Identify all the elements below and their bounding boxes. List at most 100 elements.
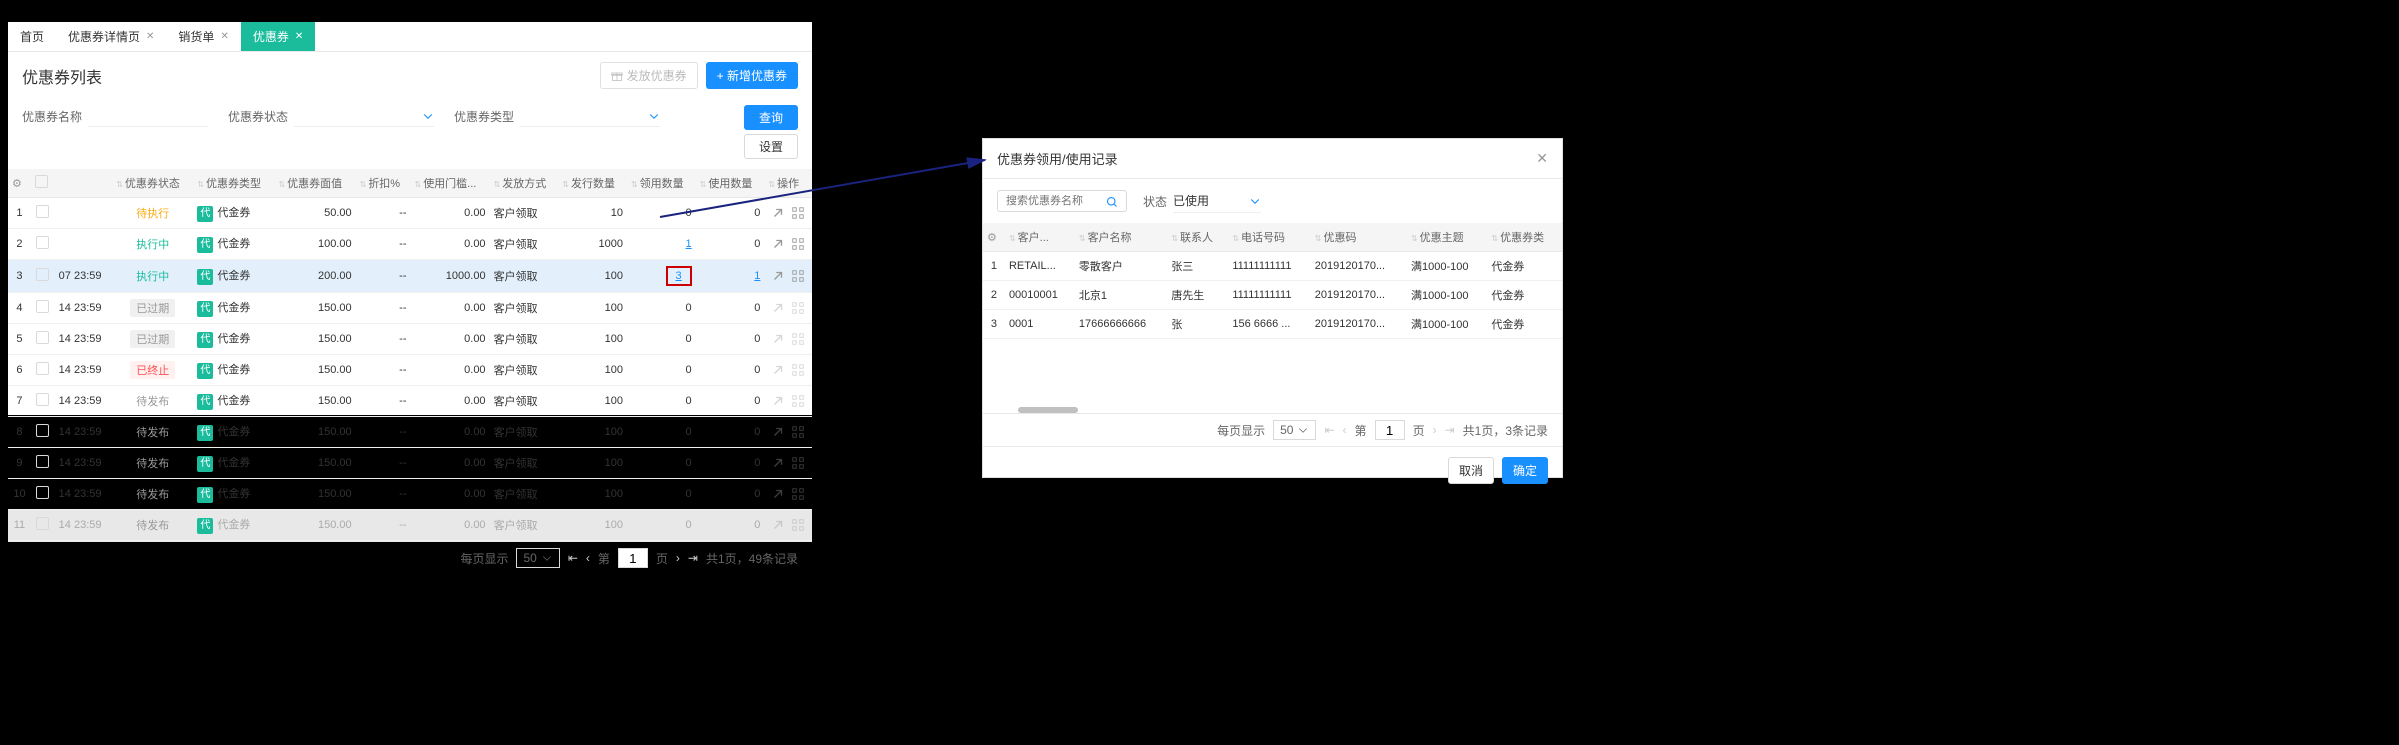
filter-type-select[interactable]	[520, 105, 660, 127]
column-header[interactable]: ⇅领用数量	[627, 169, 696, 198]
qrcode-icon[interactable]	[791, 269, 805, 283]
column-header[interactable]: ⇅折扣%	[356, 169, 411, 198]
row-checkbox[interactable]	[36, 455, 49, 468]
search-input[interactable]	[1006, 195, 1106, 207]
table-row[interactable]: 1114 23:59待发布代代金券150.00--0.00客户领取10000	[8, 510, 812, 541]
qrcode-icon[interactable]	[791, 487, 805, 501]
close-icon[interactable]: ✕	[295, 31, 303, 42]
modal-next-page-button[interactable]: ›	[1433, 423, 1437, 437]
filter-status-select[interactable]	[294, 105, 434, 127]
qrcode-icon[interactable]	[791, 425, 805, 439]
cancel-button[interactable]: 取消	[1448, 457, 1494, 484]
column-header[interactable]: ⇅联系人	[1167, 223, 1228, 252]
used-link[interactable]: 1	[754, 270, 760, 282]
distribute-coupon-button[interactable]: 发放优惠券	[600, 62, 698, 89]
share-icon[interactable]	[771, 425, 785, 439]
column-header[interactable]: ⇅使用门槛...	[410, 169, 489, 198]
table-row[interactable]: 2执行中代代金券100.00--0.00客户领取100010	[8, 229, 812, 260]
column-header[interactable]: ⇅操作	[764, 169, 812, 198]
last-page-button[interactable]: ⇥	[688, 551, 698, 565]
qrcode-icon[interactable]	[791, 518, 805, 532]
table-row[interactable]: 414 23:59已过期代代金券150.00--0.00客户领取10000	[8, 293, 812, 324]
prev-page-button[interactable]: ‹	[586, 551, 590, 565]
row-checkbox[interactable]	[36, 331, 49, 344]
table-row[interactable]: 1待执行代代金券50.00--0.00客户领取1000	[8, 198, 812, 229]
settings-button[interactable]: 设置	[744, 134, 798, 159]
tab-优惠券[interactable]: 优惠券✕	[241, 22, 315, 51]
row-checkbox[interactable]	[36, 517, 49, 530]
table-row[interactable]: 200010001北京1唐先生111111111112019120170...满…	[983, 281, 1562, 310]
column-header[interactable]: ⇅客户名称	[1075, 223, 1167, 252]
tab-销货单[interactable]: 销货单✕	[166, 22, 240, 51]
share-icon[interactable]	[771, 269, 785, 283]
share-icon[interactable]	[771, 332, 785, 346]
column-header[interactable]: ⇅发行数量	[558, 169, 627, 198]
modal-per-page-select[interactable]: 50	[1273, 420, 1316, 440]
modal-prev-page-button[interactable]: ‹	[1343, 423, 1347, 437]
column-header[interactable]: ⇅使用数量	[696, 169, 765, 198]
search-box[interactable]	[997, 190, 1127, 212]
column-header[interactable]: ⇅优惠券类型	[193, 169, 274, 198]
gear-icon[interactable]: ⚙	[987, 232, 997, 244]
tab-优惠券详情页[interactable]: 优惠券详情页✕	[56, 22, 166, 51]
confirm-button[interactable]: 确定	[1502, 457, 1548, 484]
table-row[interactable]: 914 23:59待发布代代金券150.00--0.00客户领取10000	[8, 448, 812, 479]
column-header[interactable]: ⇅优惠券状态	[112, 169, 193, 198]
modal-status-select[interactable]: 已使用	[1173, 189, 1261, 213]
table-row[interactable]: 1RETAIL...零散客户张三111111111112019120170...…	[983, 252, 1562, 281]
row-checkbox[interactable]	[36, 236, 49, 249]
column-header[interactable]: ⇅电话号码	[1228, 223, 1310, 252]
modal-page-input[interactable]	[1375, 420, 1405, 440]
share-icon[interactable]	[771, 456, 785, 470]
row-checkbox[interactable]	[36, 486, 49, 499]
share-icon[interactable]	[771, 487, 785, 501]
first-page-button[interactable]: ⇤	[568, 551, 578, 565]
column-header[interactable]: ⇅优惠码	[1311, 223, 1407, 252]
share-icon[interactable]	[771, 237, 785, 251]
table-row[interactable]: 814 23:59待发布代代金券150.00--0.00客户领取10000	[8, 417, 812, 448]
share-icon[interactable]	[771, 394, 785, 408]
add-coupon-button[interactable]: + 新增优惠券	[706, 62, 798, 89]
close-icon[interactable]: ✕	[146, 31, 154, 42]
column-header[interactable]: ⇅优惠主题	[1407, 223, 1487, 252]
row-checkbox[interactable]	[36, 424, 49, 437]
per-page-select[interactable]: 50	[516, 548, 559, 568]
column-header[interactable]: ⇅优惠券类	[1487, 223, 1562, 252]
row-checkbox[interactable]	[36, 362, 49, 375]
select-all-checkbox[interactable]	[35, 175, 48, 188]
column-header[interactable]: ⇅发放方式	[490, 169, 559, 198]
row-checkbox[interactable]	[36, 268, 49, 281]
scrollbar-thumb[interactable]	[1018, 407, 1078, 413]
qrcode-icon[interactable]	[791, 332, 805, 346]
next-page-button[interactable]: ›	[676, 551, 680, 565]
share-icon[interactable]	[771, 518, 785, 532]
qrcode-icon[interactable]	[791, 456, 805, 470]
close-icon[interactable]: ✕	[220, 31, 228, 42]
close-icon[interactable]: ✕	[1536, 150, 1548, 167]
table-row[interactable]: 307 23:59执行中代代金券200.00--1000.00客户领取10031	[8, 260, 812, 293]
filter-name-input[interactable]	[88, 105, 208, 127]
share-icon[interactable]	[771, 206, 785, 220]
gear-icon[interactable]: ⚙	[12, 178, 22, 190]
row-checkbox[interactable]	[36, 205, 49, 218]
query-button[interactable]: 查询	[744, 105, 798, 130]
column-header[interactable]: ⇅优惠券面值	[274, 169, 355, 198]
qrcode-icon[interactable]	[791, 206, 805, 220]
qrcode-icon[interactable]	[791, 237, 805, 251]
table-row[interactable]: 614 23:59已终止代代金券150.00--0.00客户领取10000	[8, 355, 812, 386]
qrcode-icon[interactable]	[791, 363, 805, 377]
qrcode-icon[interactable]	[791, 301, 805, 315]
table-row[interactable]: 714 23:59待发布代代金券150.00--0.00客户领取10000	[8, 386, 812, 417]
table-row[interactable]: 3000117666666666张156 6666 ...2019120170.…	[983, 310, 1562, 339]
claimed-link[interactable]: 3	[676, 270, 682, 282]
tab-首页[interactable]: 首页	[8, 22, 56, 51]
claimed-link[interactable]: 1	[686, 238, 692, 250]
share-icon[interactable]	[771, 363, 785, 377]
row-checkbox[interactable]	[36, 300, 49, 313]
modal-last-page-button[interactable]: ⇥	[1445, 423, 1455, 437]
table-row[interactable]: 514 23:59已过期代代金券150.00--0.00客户领取10000	[8, 324, 812, 355]
qrcode-icon[interactable]	[791, 394, 805, 408]
table-row[interactable]: 1014 23:59待发布代代金券150.00--0.00客户领取10000	[8, 479, 812, 510]
page-input[interactable]	[618, 548, 648, 568]
row-checkbox[interactable]	[36, 393, 49, 406]
